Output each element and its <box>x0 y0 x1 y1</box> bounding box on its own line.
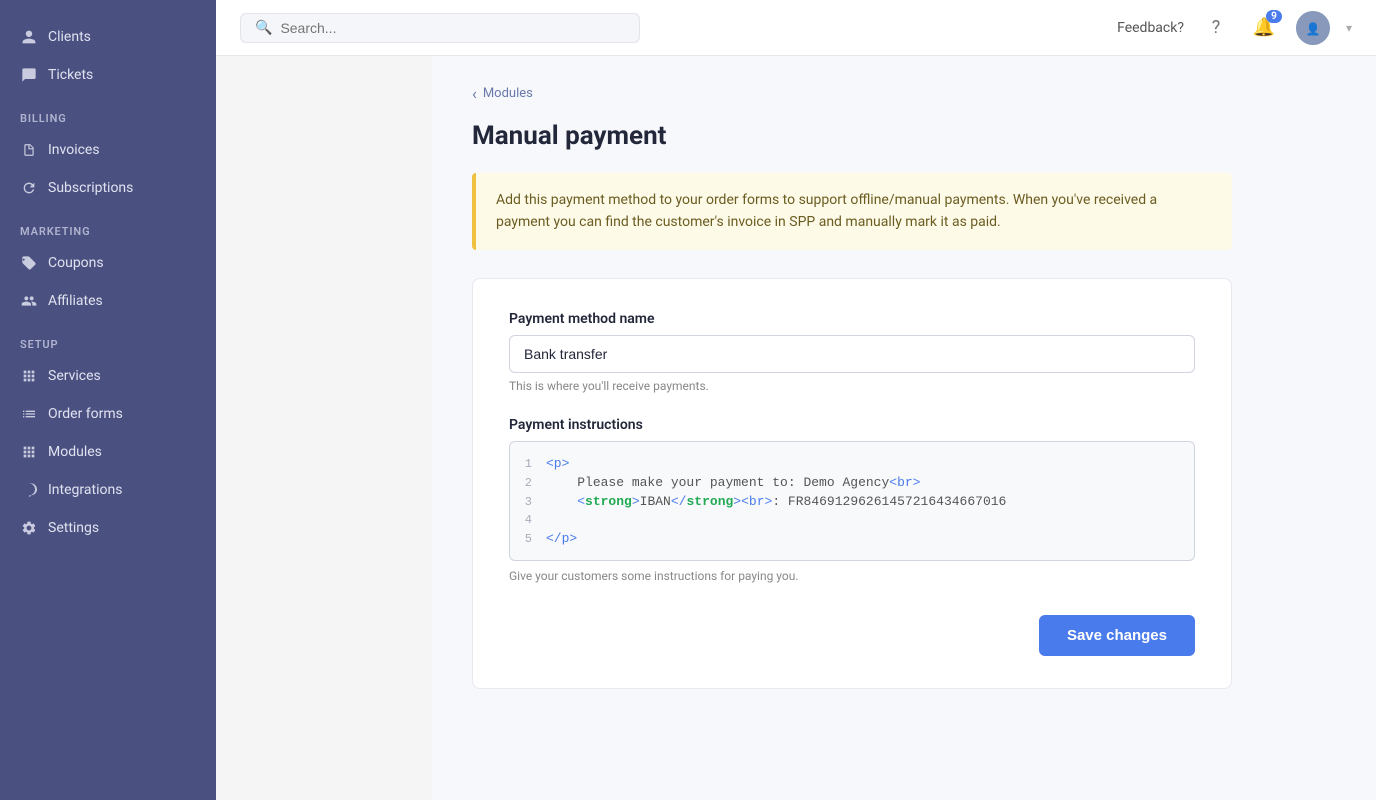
code-line-2: 2 Please make your payment to: Demo Agen… <box>510 473 1194 492</box>
group-icon <box>20 292 38 310</box>
payment-name-hint: This is where you'll receive payments. <box>509 379 1195 393</box>
topnav: 🔍 Feedback? ? 🔔 9 👤 ▾ <box>216 0 1376 56</box>
save-button[interactable]: Save changes <box>1039 615 1195 656</box>
code-editor[interactable]: 1 <p> 2 Please make your payment to: Dem… <box>509 441 1195 561</box>
search-icon: 🔍 <box>255 20 272 36</box>
instructions-hint: Give your customers some instructions fo… <box>509 569 1195 583</box>
sidebar-item-order-forms[interactable]: Order forms <box>0 395 216 433</box>
marketing-section-label: MARKETING <box>0 207 216 244</box>
sidebar-item-label: Subscriptions <box>48 180 133 196</box>
sidebar-item-label: Integrations <box>48 482 122 498</box>
payment-name-input[interactable] <box>509 335 1195 373</box>
page-title: Manual payment <box>472 121 1336 151</box>
sidebar-item-invoices[interactable]: Invoices <box>0 131 216 169</box>
tag-icon <box>20 254 38 272</box>
sidebar-section-billing: BILLING Invoices Subscriptions <box>0 94 216 207</box>
code-content-3: <strong>IBAN</strong><br>: FR84691296261… <box>546 494 1194 509</box>
code-content-2: Please make your payment to: Demo Agency… <box>546 475 1194 490</box>
line-num-3: 3 <box>510 495 546 509</box>
info-banner: Add this payment method to your order fo… <box>472 173 1232 250</box>
sidebar-item-label: Modules <box>48 444 102 460</box>
save-btn-row: Save changes <box>509 615 1195 656</box>
sidebar-item-label: Coupons <box>48 255 104 271</box>
search-input[interactable] <box>280 20 625 36</box>
sidebar-item-integrations[interactable]: Integrations <box>0 471 216 509</box>
payment-name-label: Payment method name <box>509 311 1195 327</box>
sidebar-item-label: Tickets <box>48 67 93 83</box>
doc-icon <box>20 141 38 159</box>
sidebar-item-settings[interactable]: Settings <box>0 509 216 547</box>
code-line-1: 1 <p> <box>510 454 1194 473</box>
feedback-link[interactable]: Feedback? <box>1117 20 1184 36</box>
code-line-3: 3 <strong>IBAN</strong><br>: FR846912962… <box>510 492 1194 511</box>
breadcrumb-parent: Modules <box>483 86 533 101</box>
gear-icon <box>20 519 38 537</box>
avatar[interactable]: 👤 <box>1296 11 1330 45</box>
notification-badge: 9 <box>1266 10 1282 23</box>
code-line-5: 5 </p> <box>510 529 1194 548</box>
help-button[interactable]: ? <box>1200 12 1232 44</box>
breadcrumb-chevron: ‹ <box>472 84 477 103</box>
search-box[interactable]: 🔍 <box>240 13 640 43</box>
grid2-icon <box>20 443 38 461</box>
sidebar-item-label: Services <box>48 368 101 384</box>
setup-section-label: SETUP <box>0 320 216 357</box>
sidebar-section-setup: SETUP Services Order forms Modules Integ… <box>0 320 216 547</box>
sidebar-item-coupons[interactable]: Coupons <box>0 244 216 282</box>
sidebar-item-label: Order forms <box>48 406 123 422</box>
sidebar-item-affiliates[interactable]: Affiliates <box>0 282 216 320</box>
avatar-chevron-icon[interactable]: ▾ <box>1346 21 1352 35</box>
line-num-2: 2 <box>510 476 546 490</box>
sidebar-item-subscriptions[interactable]: Subscriptions <box>0 169 216 207</box>
notifications-button[interactable]: 🔔 9 <box>1248 12 1280 44</box>
sidebar-item-modules[interactable]: Modules <box>0 433 216 471</box>
code-line-4: 4 <box>510 511 1194 529</box>
refresh-icon <box>20 179 38 197</box>
sidebar-item-label: Invoices <box>48 142 100 158</box>
code-content-5: </p> <box>546 531 1194 546</box>
code-content-1: <p> <box>546 456 1194 471</box>
line-num-1: 1 <box>510 457 546 471</box>
sidebar-item-tickets[interactable]: Tickets <box>0 56 216 94</box>
grid-icon <box>20 367 38 385</box>
sidebar-item-label: Settings <box>48 520 99 536</box>
sidebar-section-marketing: MARKETING Coupons Affiliates <box>0 207 216 320</box>
sidebar-item-clients[interactable]: Clients <box>0 18 216 56</box>
plug-icon <box>20 481 38 499</box>
sidebar: Clients Tickets BILLING Invoices Subscri… <box>0 0 216 800</box>
breadcrumb[interactable]: ‹ Modules <box>472 84 1336 103</box>
list-icon <box>20 405 38 423</box>
sidebar-item-services[interactable]: Services <box>0 357 216 395</box>
info-text: Add this payment method to your order fo… <box>496 192 1157 230</box>
sidebar-item-label: Clients <box>48 29 91 45</box>
topnav-right: Feedback? ? 🔔 9 👤 ▾ <box>1117 11 1352 45</box>
line-num-5: 5 <box>510 532 546 546</box>
chat-icon <box>20 66 38 84</box>
svg-text:👤: 👤 <box>1305 22 1320 36</box>
line-num-4: 4 <box>510 513 546 527</box>
person-icon <box>20 28 38 46</box>
instructions-label: Payment instructions <box>509 417 1195 433</box>
sidebar-item-label: Affiliates <box>48 293 103 309</box>
main-content: ‹ Modules Manual payment Add this paymen… <box>432 56 1376 800</box>
billing-section-label: BILLING <box>0 94 216 131</box>
form-card: Payment method name This is where you'll… <box>472 278 1232 689</box>
